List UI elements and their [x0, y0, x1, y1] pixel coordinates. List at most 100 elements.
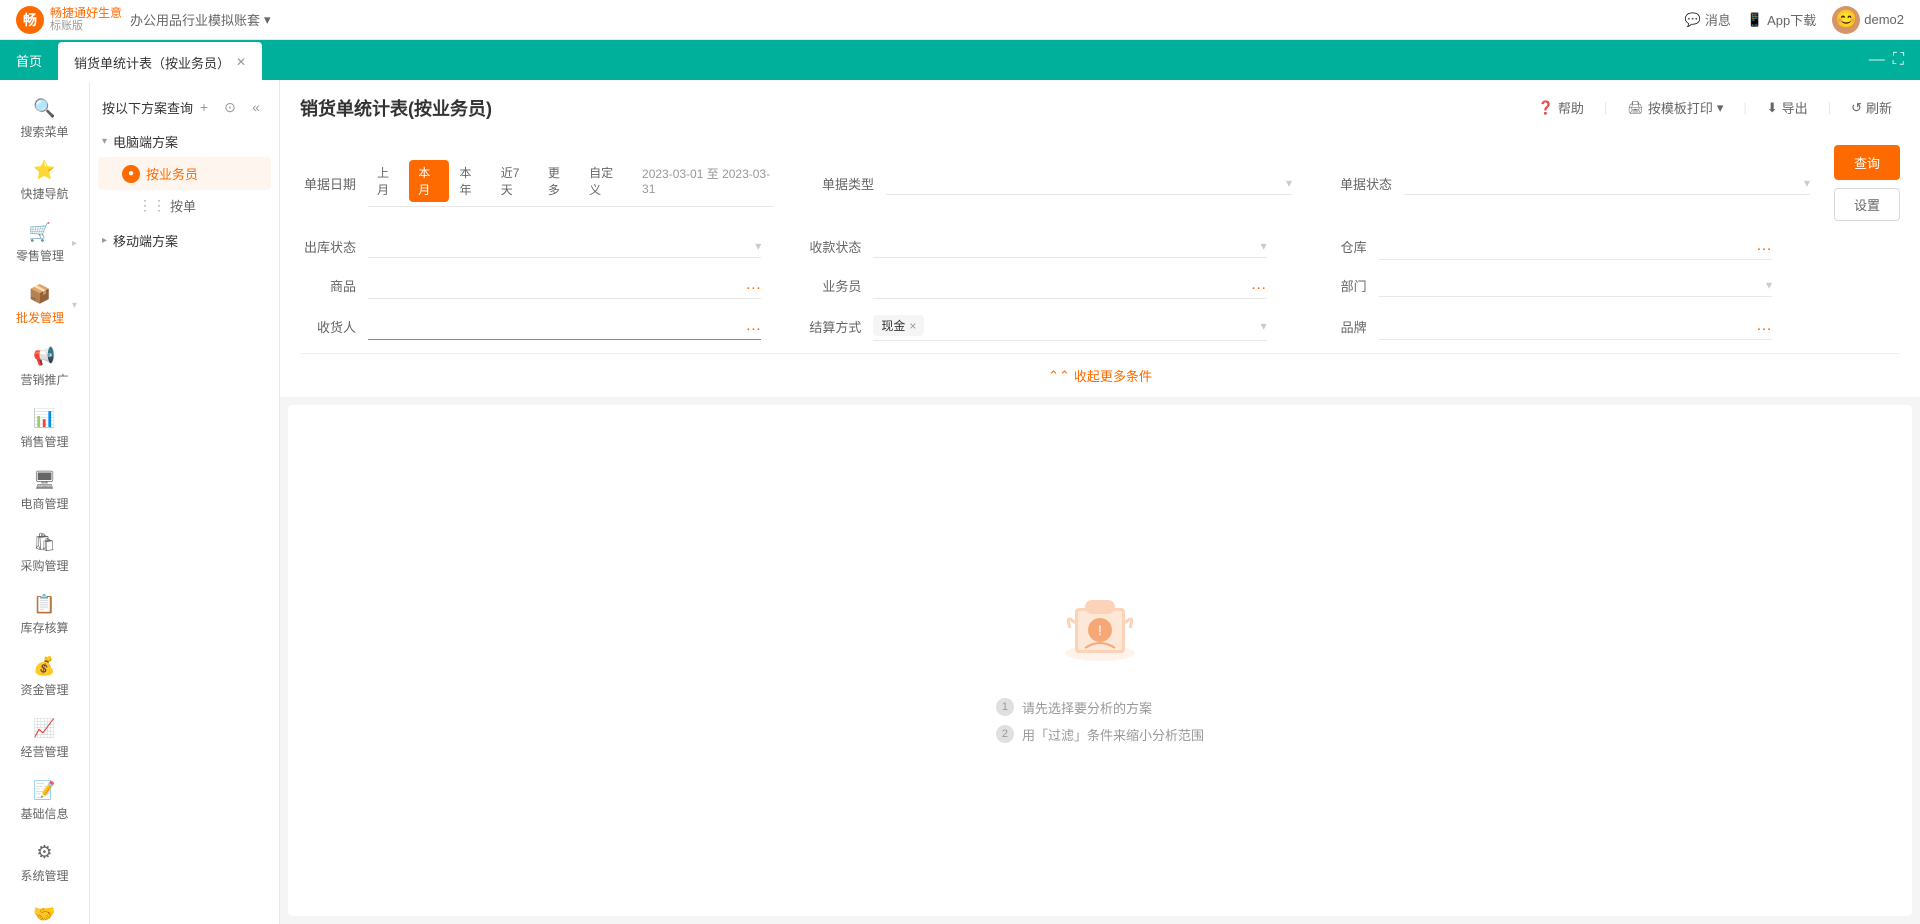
tip-num-1: 1 — [996, 698, 1014, 716]
dept-label: 部门 — [1311, 276, 1367, 295]
refresh-btn[interactable]: ↺ 刷新 — [1843, 94, 1900, 121]
sidebar-item-quicknav[interactable]: ⭐ 快捷导航 — [0, 150, 89, 212]
empty-tips: 1 请先选择要分析的方案 2 用「过滤」条件来缩小分析范围 — [996, 698, 1204, 744]
collapse-up-icon: ⌃⌃ — [1048, 368, 1070, 384]
date-btn-last-month[interactable]: 上月 — [368, 160, 407, 202]
message-action[interactable]: 💬 消息 — [1685, 10, 1731, 29]
sidebar-item-purchase[interactable]: 🛍 采购管理 — [0, 522, 89, 584]
sidebar-item-marketing[interactable]: 📢 营销推广 — [0, 336, 89, 398]
pay-status-label: 收款状态 — [805, 237, 861, 256]
goods-label: 商品 — [300, 276, 356, 295]
filter-section: 单据日期 上月 本月 本年 近7天 更多 自定义 2023-03-01 至 20… — [280, 133, 1920, 397]
tree-item-by-salesperson[interactable]: ● 按业务员 — [98, 157, 271, 190]
search-menu-icon: 🔍 — [33, 98, 55, 119]
tree-item-by-order[interactable]: ⋮⋮ 按单 — [98, 190, 271, 221]
mobile-tree-arrow-icon: ▸ — [102, 235, 107, 246]
tab-bar: 首页 销货单统计表（按业务员） ✕ — ⛶ — [0, 40, 1920, 80]
goods-dots[interactable]: … — [745, 276, 761, 294]
out-status-dropdown[interactable]: ▾ — [368, 235, 761, 258]
status-dropdown[interactable]: ▾ — [1404, 172, 1810, 195]
sidebar-item-ecommerce[interactable]: 🖥 电商管理 — [0, 460, 89, 522]
corp-icon: 🤝 — [33, 904, 55, 924]
quicknav-icon: ⭐ — [33, 160, 55, 181]
tab-minimize-icon[interactable]: — — [1869, 51, 1885, 69]
sidebar-item-sales[interactable]: 📊 销售管理 — [0, 398, 89, 460]
tab-bar-right: — ⛶ — [1869, 51, 1920, 69]
tab-maximize-icon[interactable]: ⛶ — [1893, 51, 1904, 69]
user-action[interactable]: 😊 demo2 — [1832, 6, 1904, 34]
date-btn-custom[interactable]: 自定义 — [580, 160, 630, 202]
salesperson-dots[interactable]: … — [1251, 276, 1267, 294]
by-salesperson-icon: ● — [122, 165, 140, 183]
query-button[interactable]: 查询 — [1834, 145, 1900, 180]
header-right: 💬 消息 📱 App下载 😊 demo2 — [1685, 6, 1904, 34]
content-area: 销货单统计表(按业务员) ❓ 帮助 | 🖨 按模板打印 ▾ | ⬇ — [280, 80, 1920, 924]
ecommerce-icon: 🖥 — [33, 470, 56, 491]
logo-area: 畅 畅捷通好生意 标账版 — [16, 6, 122, 34]
left-panel-header: 按以下方案查询 + ⊙ « — [90, 88, 279, 126]
pay-status-dropdown[interactable]: ▾ — [873, 235, 1266, 258]
status-dropdown-icon: ▾ — [1804, 176, 1810, 190]
filter-row-1: 单据日期 上月 本月 本年 近7天 更多 自定义 2023-03-01 至 20… — [300, 145, 1900, 221]
dept-dropdown[interactable]: ▾ — [1379, 274, 1772, 297]
export-icon: ⬇ — [1767, 100, 1778, 116]
pay-status-dropdown-icon: ▾ — [1261, 239, 1267, 253]
warehouse-dots[interactable]: … — [1756, 237, 1772, 255]
help-btn[interactable]: ❓ 帮助 — [1530, 94, 1592, 121]
sidebar-item-operation[interactable]: 📈 经营管理 — [0, 708, 89, 770]
settlement-dropdown[interactable]: 现金 × ▾ — [873, 311, 1266, 341]
tab-home[interactable]: 首页 — [0, 40, 58, 80]
empty-illustration: ! — [1050, 578, 1150, 678]
print-btn[interactable]: 🖨 按模板打印 ▾ — [1619, 94, 1731, 121]
salesperson-input-wrap: … — [873, 272, 1266, 299]
tip-num-2: 2 — [996, 725, 1014, 743]
main-layout: 🔍 搜索菜单 ⭐ 快捷导航 🛒 零售管理 ▸ 📦 批发管理 ▾ 📢 营销推广 — [0, 80, 1920, 924]
date-btn-this-month[interactable]: 本月 — [409, 160, 448, 202]
collapse-panel-btn[interactable]: « — [245, 96, 267, 118]
sub-order-icon: ⋮⋮ — [138, 197, 166, 214]
date-label: 单据日期 — [300, 174, 356, 193]
type-label: 单据类型 — [818, 174, 874, 193]
date-btn-this-year[interactable]: 本年 — [451, 160, 490, 202]
goods-input-wrap: … — [368, 272, 761, 299]
top-header: 畅 畅捷通好生意 标账版 办公用品行业模拟账套 ▾ 💬 消息 📱 App下载 😊… — [0, 0, 1920, 40]
collapse-button[interactable]: ⌃⌃ 收起更多条件 — [1036, 362, 1164, 389]
tree-expand-arrow-icon: ▾ — [102, 136, 107, 147]
export-btn[interactable]: ⬇ 导出 — [1759, 94, 1816, 121]
sidebar-item-finance[interactable]: 💰 资金管理 — [0, 646, 89, 708]
date-btn-7days[interactable]: 近7天 — [492, 160, 537, 202]
page-title-row: 销货单统计表(按业务员) ❓ 帮助 | 🖨 按模板打印 ▾ | ⬇ — [300, 94, 1900, 121]
edit-scheme-btn[interactable]: ⊙ — [219, 96, 241, 118]
sidebar-item-retail[interactable]: 🛒 零售管理 ▸ — [0, 212, 89, 274]
brand-dots[interactable]: … — [1756, 317, 1772, 335]
settings-button[interactable]: 设置 — [1834, 188, 1900, 221]
app-download-action[interactable]: 📱 App下载 — [1747, 10, 1816, 29]
basicinfo-icon: 📝 — [33, 780, 55, 801]
tree-group-mobile-title[interactable]: ▸ 移动端方案 — [98, 225, 271, 256]
receiver-label: 收货人 — [300, 317, 356, 336]
page-header: 销货单统计表(按业务员) ❓ 帮助 | 🖨 按模板打印 ▾ | ⬇ — [280, 80, 1920, 133]
sidebar-item-wholesale[interactable]: 📦 批发管理 ▾ — [0, 274, 89, 336]
sidebar-item-corp[interactable]: 🤝 企业协同 — [0, 894, 89, 924]
left-panel: 按以下方案查询 + ⊙ « ▾ 电脑端方案 ● 按业务员 ⋮⋮ 按单 ▸ — [90, 80, 280, 924]
empty-tip-1: 1 请先选择要分析的方案 — [996, 698, 1204, 717]
add-scheme-btn[interactable]: + — [193, 96, 215, 118]
settlement-tag-close[interactable]: × — [909, 319, 916, 333]
tree-group-desktop-title[interactable]: ▾ 电脑端方案 — [98, 126, 271, 157]
sidebar-item-search[interactable]: 🔍 搜索菜单 — [0, 88, 89, 150]
tab-close-icon[interactable]: ✕ — [236, 55, 246, 69]
workspace-selector[interactable]: 办公用品行业模拟账套 ▾ — [130, 10, 271, 29]
operation-icon: 📈 — [33, 718, 55, 739]
type-dropdown[interactable]: ▾ — [886, 172, 1292, 195]
sidebar-item-system[interactable]: ⚙ 系统管理 — [0, 832, 89, 894]
warehouse-input-wrap: … — [1379, 233, 1772, 260]
salesperson-label: 业务员 — [805, 276, 861, 295]
sidebar-item-basicinfo[interactable]: 📝 基础信息 — [0, 770, 89, 832]
date-btn-more[interactable]: 更多 — [539, 160, 578, 202]
tab-sales-stats[interactable]: 销货单统计表（按业务员） ✕ — [58, 42, 262, 82]
sidebar-item-inventory[interactable]: 📋 库存核算 — [0, 584, 89, 646]
status-label: 单据状态 — [1336, 174, 1392, 193]
receiver-dots[interactable]: … — [745, 317, 761, 335]
header-left: 畅 畅捷通好生意 标账版 办公用品行业模拟账套 ▾ — [16, 6, 271, 34]
logo-icon: 畅 — [16, 6, 44, 34]
